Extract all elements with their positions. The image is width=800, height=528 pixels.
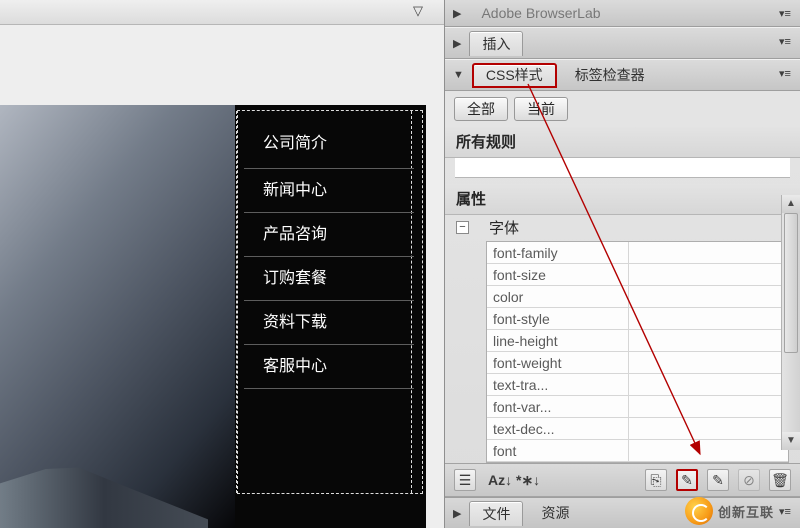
prop-key: font-var... (487, 396, 629, 417)
rules-header: 所有规则 (445, 127, 800, 158)
photo-placeholder (0, 105, 235, 528)
nav-item-label: 新闻中心 (263, 182, 327, 199)
property-row[interactable]: font-weight (487, 352, 788, 374)
tab-css-styles[interactable]: CSS样式 (472, 63, 557, 88)
property-row[interactable]: text-tra... (487, 374, 788, 396)
document-area: ▽ 公司简介 新闻中心 产品咨询 订购套餐 资料下载 客服中心 (0, 0, 444, 528)
panel-menu-icon[interactable]: ▾≡ (776, 67, 794, 81)
panel-title: Adobe BrowserLab (469, 1, 612, 26)
panel-css-styles[interactable]: ▼ CSS样式 标签检查器 ▾≡ (445, 59, 800, 91)
tab-files[interactable]: 文件 (469, 501, 523, 526)
watermark-icon (685, 497, 713, 525)
design-canvas[interactable]: 公司简介 新闻中心 产品咨询 订购套餐 资料下载 客服中心 (0, 105, 426, 528)
nav-item[interactable]: 公司简介 (238, 111, 422, 169)
property-row[interactable]: font (487, 440, 788, 462)
minus-icon[interactable]: − (456, 221, 469, 234)
property-row[interactable]: font-size (487, 264, 788, 286)
nav-item-label: 资料下载 (263, 314, 327, 331)
property-list[interactable]: font-family font-size color font-style l… (486, 241, 789, 463)
collapse-icon: ▼ (453, 69, 466, 81)
property-row[interactable]: color (487, 286, 788, 308)
edit-icon[interactable]: ✎ (707, 469, 729, 491)
prop-key: font-style (487, 308, 629, 329)
current-button[interactable]: 当前 (514, 97, 568, 121)
list-view-icon[interactable]: ☰ (454, 469, 476, 491)
scroll-thumb[interactable] (784, 213, 798, 353)
property-row[interactable]: font-style (487, 308, 788, 330)
css-panel-footer: ☰ Az↓ *∗↓ ⎘ ✎ ✎ ⊘ 🗑 (445, 463, 800, 497)
prop-key: font (487, 440, 629, 461)
nav-item-label: 客服中心 (263, 358, 327, 375)
scroll-down-icon[interactable]: ▼ (782, 432, 800, 450)
vertical-scrollbar[interactable]: ▲ ▼ (781, 195, 800, 450)
prop-key: line-height (487, 330, 629, 351)
property-row[interactable]: text-dec... (487, 418, 788, 440)
props-header: 属性 (445, 184, 800, 215)
css-mode-row: 全部 当前 (445, 91, 800, 127)
prop-key: font-size (487, 264, 629, 285)
tab-tag-inspector[interactable]: 标签检查器 (563, 63, 657, 88)
rules-list[interactable] (455, 158, 790, 178)
panel-menu-icon[interactable]: ▾≡ (776, 7, 794, 21)
prop-key: text-dec... (487, 418, 629, 439)
trash-icon[interactable]: 🗑 (769, 469, 791, 491)
property-row[interactable]: font-family (487, 242, 788, 264)
all-button[interactable]: 全部 (454, 97, 508, 121)
panels-area: ▶ Adobe BrowserLab ▾≡ ▶ 插入 ▾≡ ▼ CSS样式 标签… (444, 0, 800, 528)
nav-item[interactable]: 产品咨询 (238, 213, 422, 257)
nav-item[interactable]: 订购套餐 (238, 257, 422, 301)
expand-icon: ▶ (453, 507, 463, 520)
property-row[interactable]: line-height (487, 330, 788, 352)
nav-menu-box[interactable]: 公司简介 新闻中心 产品咨询 订购套餐 资料下载 客服中心 (237, 110, 423, 494)
nav-item-label: 公司简介 (263, 135, 327, 152)
new-css-rule-icon[interactable]: ✎ (676, 469, 698, 491)
prop-key: font-weight (487, 352, 629, 373)
tab-assets[interactable]: 资源 (529, 501, 581, 526)
prop-key: font-family (487, 242, 629, 263)
nav-item[interactable]: 新闻中心 (238, 169, 422, 213)
panel-insert[interactable]: ▶ 插入 ▾≡ (445, 27, 800, 59)
nav-item[interactable]: 客服中心 (238, 345, 422, 389)
panel-tab[interactable]: 插入 (469, 31, 523, 56)
prop-key: text-tra... (487, 374, 629, 395)
watermark-text: 创新互联 (718, 502, 774, 521)
font-tree-label: 字体 (477, 217, 519, 238)
scroll-up-icon[interactable]: ▲ (782, 195, 800, 213)
prop-key: color (487, 286, 629, 307)
link-css-icon[interactable]: ⎘ (645, 469, 667, 491)
panel-menu-icon[interactable]: ▾≡ (776, 35, 794, 49)
nav-item-label: 订购套餐 (263, 270, 327, 287)
watermark: 创新互联 (685, 497, 795, 525)
expand-icon: ▶ (453, 7, 463, 20)
filter-icon[interactable]: ▽ (411, 4, 425, 18)
sort-label[interactable]: Az↓ *∗↓ (485, 472, 543, 489)
document-toolbar: ▽ (0, 0, 444, 25)
font-tree-header[interactable]: − 字体 (456, 215, 789, 239)
property-row[interactable]: font-var... (487, 396, 788, 418)
disable-icon[interactable]: ⊘ (738, 469, 760, 491)
panel-browserlab[interactable]: ▶ Adobe BrowserLab ▾≡ (445, 0, 800, 27)
nav-item-label: 产品咨询 (263, 226, 327, 243)
expand-icon: ▶ (453, 37, 463, 50)
nav-item[interactable]: 资料下载 (238, 301, 422, 345)
